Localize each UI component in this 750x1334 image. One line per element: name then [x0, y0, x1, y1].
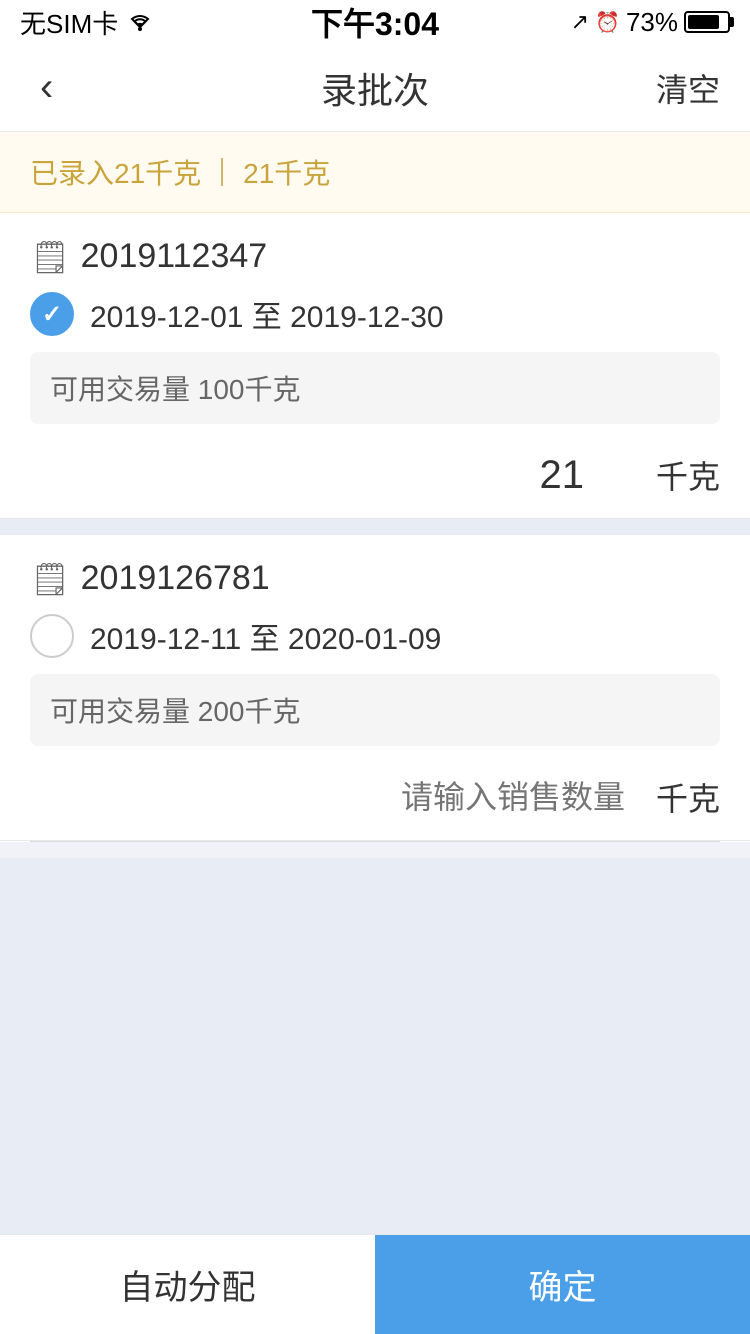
- battery-icon: [684, 11, 730, 33]
- batch-1-header: 🗒 2019112347: [0, 213, 750, 284]
- batch-2-id: 2019126781: [81, 559, 270, 598]
- summary-divider: [221, 158, 223, 186]
- summary-total-label: 21千克: [243, 152, 330, 192]
- batch-card-1: 🗒 2019112347 ✓ 2019-12-01 至 2019-12-30 可…: [0, 213, 750, 519]
- summary-banner: 已录入21千克 21千克: [0, 132, 750, 213]
- batch-2-qty-text: 可用交易量 200千克: [50, 696, 301, 727]
- batch-2-icon: 🗒: [30, 560, 71, 598]
- batch-card-2: 🗒 2019126781 2019-12-11 至 2020-01-09 可用交…: [0, 535, 750, 842]
- batch-2-header: 🗒 2019126781: [0, 535, 750, 606]
- back-button[interactable]: ‹: [30, 55, 63, 120]
- bottom-space: [0, 858, 750, 1258]
- batch-2-input-row[interactable]: 千克: [0, 766, 750, 841]
- batch-1-radio[interactable]: ✓: [30, 292, 74, 336]
- status-bar: 无SIM卡 下午3:04 ↗ ⏰ 73%: [0, 0, 750, 44]
- batch-1-qty-text: 可用交易量 100千克: [50, 374, 301, 405]
- batch-1-id: 2019112347: [81, 237, 268, 276]
- clear-button[interactable]: 清空: [656, 65, 720, 111]
- auto-distribute-button[interactable]: 自动分配: [0, 1235, 375, 1334]
- status-right: ↗ ⏰ 73%: [571, 7, 730, 38]
- batch-1-qty: 可用交易量 100千克: [30, 352, 720, 424]
- location-icon: ↗: [571, 9, 589, 35]
- status-time: 下午3:04: [311, 0, 439, 45]
- wifi-signal: [126, 7, 154, 38]
- batch-1-input-row: 21 千克: [0, 444, 750, 519]
- batch-2-unit: 千克: [656, 774, 720, 820]
- input-underline: [30, 841, 720, 842]
- batch-1-value: 21: [539, 453, 584, 498]
- bottom-bar: 自动分配 确定: [0, 1234, 750, 1334]
- battery-percent: 73%: [626, 7, 678, 38]
- carrier-label: 无SIM卡: [20, 4, 118, 41]
- page-title: 录批次: [321, 62, 429, 114]
- batch-2-date: 2019-12-11 至 2020-01-09: [90, 614, 441, 658]
- confirm-label: 确定: [529, 1260, 597, 1309]
- alarm-icon: ⏰: [595, 10, 620, 35]
- card-separator-1: [0, 519, 750, 535]
- batch-1-icon: 🗒: [30, 238, 71, 276]
- nav-bar: ‹ 录批次 清空: [0, 44, 750, 132]
- batch-2-input[interactable]: [30, 779, 640, 816]
- batch-1-date: 2019-12-01 至 2019-12-30: [90, 292, 444, 336]
- batch-2-radio[interactable]: [30, 614, 74, 658]
- status-left: 无SIM卡: [20, 4, 154, 41]
- confirm-button[interactable]: 确定: [375, 1235, 750, 1334]
- summary-recorded-label: 已录入21千克: [30, 152, 201, 192]
- auto-distribute-label: 自动分配: [120, 1260, 256, 1309]
- batch-2-qty: 可用交易量 200千克: [30, 674, 720, 746]
- batch-2-date-row: 2019-12-11 至 2020-01-09: [0, 606, 750, 674]
- batch-1-date-row: ✓ 2019-12-01 至 2019-12-30: [0, 284, 750, 352]
- batch-1-check-icon: ✓: [42, 300, 62, 329]
- batch-1-unit: 千克: [656, 452, 720, 498]
